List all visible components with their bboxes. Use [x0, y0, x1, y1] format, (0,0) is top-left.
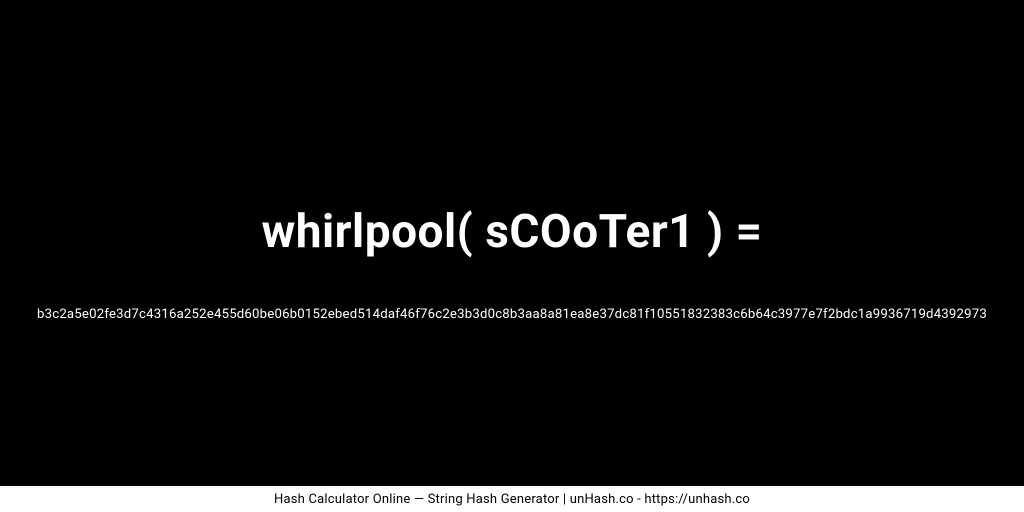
- hash-expression-headline: whirlpool( sCOoTer1 ) =: [261, 205, 762, 259]
- hash-output-value: b3c2a5e02fe3d7c4316a252e455d60be06b0152e…: [37, 307, 987, 322]
- page-root: whirlpool( sCOoTer1 ) = b3c2a5e02fe3d7c4…: [0, 0, 1024, 512]
- content-area: whirlpool( sCOoTer1 ) = b3c2a5e02fe3d7c4…: [0, 0, 1024, 486]
- footer-caption: Hash Calculator Online — String Hash Gen…: [0, 486, 1024, 512]
